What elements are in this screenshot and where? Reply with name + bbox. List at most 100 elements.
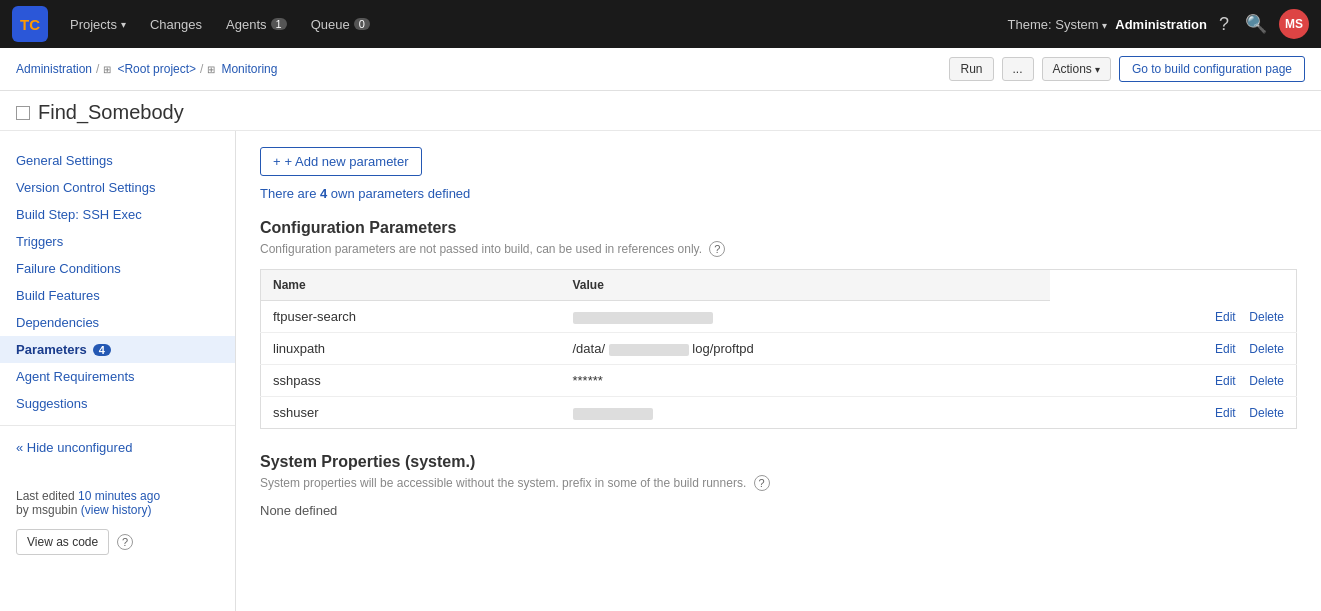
table-row: sshuser Edit Delete (261, 397, 1297, 429)
main-content: + + Add new parameter There are 4 own pa… (236, 131, 1321, 611)
queue-badge: 0 (354, 18, 370, 30)
param-value-ftpuser-search (561, 301, 1050, 333)
run-label: Run (960, 62, 982, 76)
view-as-code-button[interactable]: View as code (16, 529, 109, 555)
param-actions-linuxpath: Edit Delete (1050, 333, 1297, 365)
blurred-value (609, 344, 689, 356)
delete-sshuser-link[interactable]: Delete (1249, 406, 1284, 420)
delete-ftpuser-search-link[interactable]: Delete (1249, 310, 1284, 324)
changes-nav-item[interactable]: Changes (140, 11, 212, 38)
param-count-info: There are 4 own parameters defined (260, 186, 1297, 201)
param-value-sshpass: ****** (561, 365, 1050, 397)
agents-badge: 1 (271, 18, 287, 30)
add-parameter-button[interactable]: + + Add new parameter (260, 147, 422, 176)
value-column-header: Value (561, 270, 1050, 301)
parameters-table: Name Value ftpuser-search Edit Delete (260, 269, 1297, 429)
logo-text: TC (20, 16, 40, 33)
run-extra-label: ... (1013, 62, 1023, 76)
sidebar-item-dependencies[interactable]: Dependencies (0, 309, 235, 336)
actions-label: Actions (1053, 62, 1092, 76)
name-column-header: Name (261, 270, 561, 301)
breadcrumb-admin-link[interactable]: Administration (16, 62, 92, 76)
projects-chevron-icon: ▾ (121, 19, 126, 30)
theme-selector[interactable]: Theme: System ▾ (1008, 17, 1108, 32)
breadcrumb-bar: Administration / ⊞ <Root project> / ⊞ Mo… (0, 48, 1321, 91)
param-value-sshuser (561, 397, 1050, 429)
root-project-icon: ⊞ (103, 64, 111, 75)
run-extra-button[interactable]: ... (1002, 57, 1034, 81)
sidebar-item-version-control-settings[interactable]: Version Control Settings (0, 174, 235, 201)
actions-chevron-icon: ▾ (1095, 64, 1100, 75)
sidebar-item-build-step-ssh-exec[interactable]: Build Step: SSH Exec (0, 201, 235, 228)
edit-sshuser-link[interactable]: Edit (1215, 406, 1236, 420)
sidebar-item-build-features[interactable]: Build Features (0, 282, 235, 309)
none-defined-label: None defined (260, 503, 1297, 518)
administration-label[interactable]: Administration (1115, 17, 1207, 32)
breadcrumb-actions: Run ... Actions ▾ Go to build configurat… (949, 56, 1305, 82)
main-layout: General Settings Version Control Setting… (0, 131, 1321, 611)
title-checkbox[interactable] (16, 106, 30, 120)
last-edited-info: Last edited 10 minutes ago by msgubin (v… (16, 489, 219, 517)
param-value-linuxpath: /data/ log/proftpd (561, 333, 1050, 365)
param-count-suffix: own parameters defined (331, 186, 470, 201)
param-name-sshuser: sshuser (261, 397, 561, 429)
sidebar-item-general-settings[interactable]: General Settings (0, 147, 235, 174)
agents-nav-item[interactable]: Agents 1 (216, 11, 297, 38)
view-as-code-help-icon[interactable]: ? (117, 534, 133, 550)
queue-nav-item[interactable]: Queue 0 (301, 11, 380, 38)
last-edited-label: Last edited (16, 489, 75, 503)
system-props-title: System Properties (system.) (260, 453, 1297, 471)
edit-ftpuser-search-link[interactable]: Edit (1215, 310, 1236, 324)
sidebar-item-triggers[interactable]: Triggers (0, 228, 235, 255)
run-button[interactable]: Run (949, 57, 993, 81)
delete-sshpass-link[interactable]: Delete (1249, 374, 1284, 388)
last-edited-by: by msgubin (16, 503, 77, 517)
go-to-build-config-button[interactable]: Go to build configuration page (1119, 56, 1305, 82)
page-title: Find_Somebody (38, 101, 184, 124)
hide-unconfigured-link[interactable]: « Hide unconfigured (0, 434, 235, 461)
view-history-link[interactable]: (view history) (81, 503, 152, 517)
parameters-badge: 4 (93, 344, 111, 356)
param-actions-ftpuser-search: Edit Delete (1050, 301, 1297, 333)
delete-linuxpath-link[interactable]: Delete (1249, 342, 1284, 356)
theme-chevron-icon: ▾ (1102, 20, 1107, 31)
plus-icon: + (273, 154, 281, 169)
system-props-subtitle: System properties will be accessible wit… (260, 475, 1297, 491)
param-name-sshpass: sshpass (261, 365, 561, 397)
system-props-help-icon[interactable]: ? (754, 475, 770, 491)
projects-label: Projects (70, 17, 117, 32)
help-icon[interactable]: ? (1215, 10, 1233, 39)
agents-label: Agents (226, 17, 266, 32)
param-count-text: There are (260, 186, 316, 201)
table-row: sshpass ****** Edit Delete (261, 365, 1297, 397)
user-avatar[interactable]: MS (1279, 9, 1309, 39)
actions-button[interactable]: Actions ▾ (1042, 57, 1111, 81)
config-params-subtitle: Configuration parameters are not passed … (260, 241, 1297, 257)
sidebar-item-failure-conditions[interactable]: Failure Conditions (0, 255, 235, 282)
param-actions-sshpass: Edit Delete (1050, 365, 1297, 397)
sidebar-item-agent-requirements[interactable]: Agent Requirements (0, 363, 235, 390)
edit-sshpass-link[interactable]: Edit (1215, 374, 1236, 388)
app-logo[interactable]: TC (12, 6, 48, 42)
queue-label: Queue (311, 17, 350, 32)
breadcrumb: Administration / ⊞ <Root project> / ⊞ Mo… (16, 62, 277, 76)
param-name-ftpuser-search: ftpuser-search (261, 301, 561, 333)
table-row: ftpuser-search Edit Delete (261, 301, 1297, 333)
sidebar-item-suggestions[interactable]: Suggestions (0, 390, 235, 417)
monitoring-icon: ⊞ (207, 64, 215, 75)
search-icon[interactable]: 🔍 (1241, 9, 1271, 39)
breadcrumb-sep-2: / (200, 62, 203, 76)
param-actions-sshuser: Edit Delete (1050, 397, 1297, 429)
breadcrumb-monitoring-link[interactable]: Monitoring (221, 62, 277, 76)
config-params-help-icon[interactable]: ? (709, 241, 725, 257)
last-edited-time-link[interactable]: 10 minutes ago (78, 489, 160, 503)
breadcrumb-root-link[interactable]: <Root project> (117, 62, 196, 76)
add-param-label: + Add new parameter (285, 154, 409, 169)
sidebar: General Settings Version Control Setting… (0, 131, 236, 611)
sidebar-item-parameters[interactable]: Parameters 4 (0, 336, 235, 363)
top-navigation: TC Projects ▾ Changes Agents 1 Queue 0 T… (0, 0, 1321, 48)
blurred-value (573, 408, 653, 420)
edit-linuxpath-link[interactable]: Edit (1215, 342, 1236, 356)
projects-nav-item[interactable]: Projects ▾ (60, 11, 136, 38)
page-title-bar: Find_Somebody (0, 91, 1321, 131)
